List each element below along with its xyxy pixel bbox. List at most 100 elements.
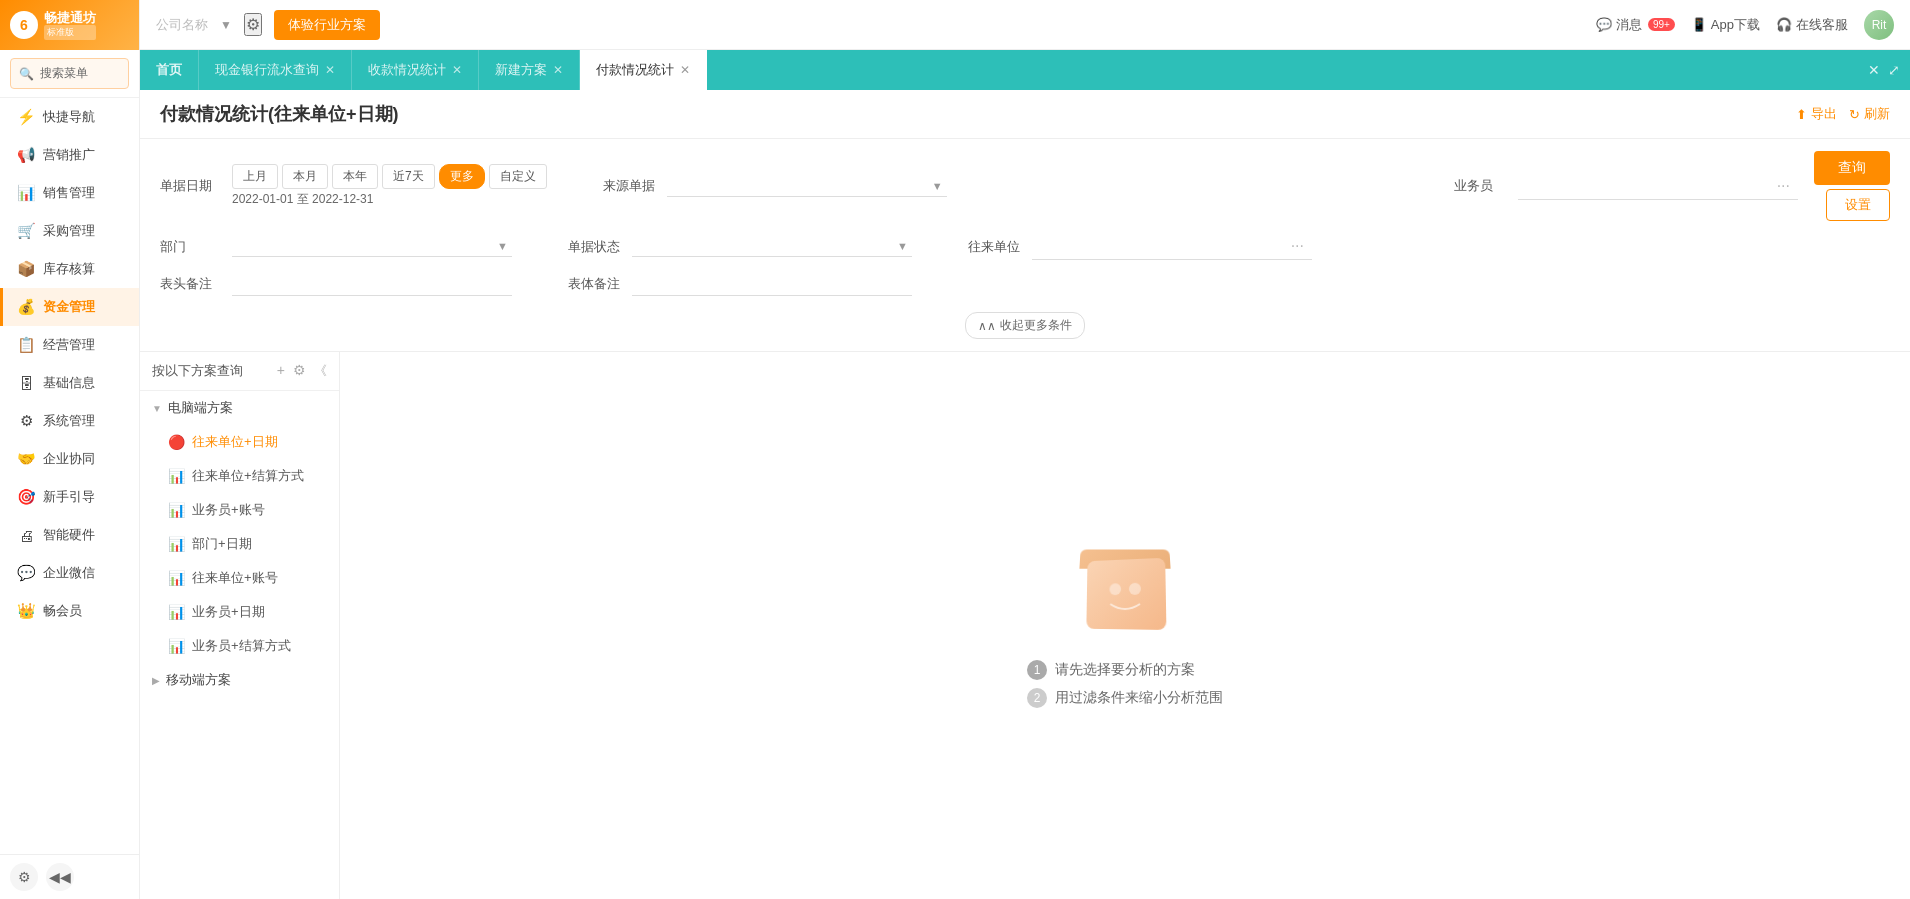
collapse-conditions-button[interactable]: ∧∧ 收起更多条件 [965,312,1085,339]
scheme-item-salesman-date[interactable]: 📊 业务员+日期 [140,595,339,629]
wechat-icon: 💬 [17,564,35,582]
sidebar-item-sales[interactable]: 📊 销售管理 [0,174,139,212]
tab-close-receipt-stats[interactable]: ✕ [452,63,462,77]
date-last-month[interactable]: 上月 [232,164,278,189]
tab-home[interactable]: 首页 [140,50,199,90]
header-remark-input[interactable] [232,272,512,296]
trial-button[interactable]: 体验行业方案 [274,10,380,40]
scheme-group-desktop[interactable]: ▼ 电脑端方案 [140,391,339,425]
messages-button[interactable]: 💬 消息 99+ [1596,16,1675,34]
settings-button-filter[interactable]: 设置 [1826,189,1890,221]
query-button[interactable]: 查询 [1814,151,1890,185]
sidebar-item-operations[interactable]: 📋 经营管理 [0,326,139,364]
salesman-select[interactable]: ··· [1518,173,1798,200]
search-menu-button[interactable]: 🔍 搜索菜单 [10,58,129,89]
partner-select[interactable]: ··· [1032,233,1312,260]
sidebar-item-inventory[interactable]: 📦 库存核算 [0,250,139,288]
content-right: 1 请先选择要分析的方案 2 用过滤条件来缩小分析范围 [340,352,1910,899]
inventory-icon: 📦 [17,260,35,278]
empty-box [1086,557,1166,629]
sidebar-item-quick-nav[interactable]: ⚡ 快捷导航 [0,98,139,136]
tab-bar: 首页 现金银行流水查询 ✕ 收款情况统计 ✕ 新建方案 ✕ 付款情况统计 ✕ ✕… [140,50,1910,90]
export-button[interactable]: ⬆ 导出 [1796,105,1837,123]
svg-point-0 [1109,583,1121,595]
refresh-button[interactable]: ↻ 刷新 [1849,105,1890,123]
scheme-item-partner-settlement[interactable]: 📊 往来单位+结算方式 [140,459,339,493]
sidebar-item-basic-info[interactable]: 🗄 基础信息 [0,364,139,402]
status-select[interactable]: ▼ [632,236,912,257]
search-icon: 🔍 [19,67,34,81]
scheme-item-salesman-account[interactable]: 📊 业务员+账号 [140,493,339,527]
tab-receipt-stats[interactable]: 收款情况统计 ✕ [352,50,479,90]
date-last-7-days[interactable]: 近7天 [382,164,435,189]
salesman-label: 业务员 [1454,177,1510,195]
online-service-button[interactable]: 🎧 在线客服 [1776,16,1848,34]
tab-new-scheme[interactable]: 新建方案 ✕ [479,50,580,90]
tab-close-new-scheme[interactable]: ✕ [553,63,563,77]
dept-chevron-icon: ▼ [497,240,508,252]
body-remark-input[interactable] [632,272,912,296]
sidebar-item-system[interactable]: ⚙ 系统管理 [0,402,139,440]
scheme-item-salesman-settlement[interactable]: 📊 业务员+结算方式 [140,629,339,663]
sidebar-item-hardware[interactable]: 🖨 智能硬件 [0,516,139,554]
logo-icon: 6 [10,11,38,39]
app-download-button[interactable]: 📱 App下载 [1691,16,1760,34]
settings-button[interactable]: ⚙ [10,863,38,891]
close-all-tabs-button[interactable]: ✕ [1868,62,1880,78]
scheme-item-partner-date[interactable]: 🔴 往来单位+日期 [140,425,339,459]
scheme-collapse-button[interactable]: 《 [314,362,327,380]
scheme-item-dept-date[interactable]: 📊 部门+日期 [140,527,339,561]
sidebar-item-guide[interactable]: 🎯 新手引导 [0,478,139,516]
topbar-actions: 💬 消息 99+ 📱 App下载 🎧 在线客服 Rit [1596,10,1894,40]
tab-payment-stats[interactable]: 付款情况统计 ✕ [580,50,707,90]
sales-icon: 📊 [17,184,35,202]
salesman-dots-icon[interactable]: ··· [1773,177,1794,195]
expand-tab-button[interactable]: ⤢ [1888,62,1900,78]
date-custom[interactable]: 自定义 [489,164,547,189]
empty-face-svg [1096,568,1156,619]
scheme-group-arrow-mobile: ▶ [152,675,160,686]
sidebar-item-vip[interactable]: 👑 畅会员 [0,592,139,630]
user-avatar[interactable]: Rit [1864,10,1894,40]
partner-dots-icon[interactable]: ··· [1287,237,1308,255]
scheme-item-icon-3: 📊 [168,536,184,552]
topbar-company-name: 公司名称 [156,16,208,34]
date-this-year[interactable]: 本年 [332,164,378,189]
date-more[interactable]: 更多 [439,164,485,189]
vip-icon: 👑 [17,602,35,620]
date-range-display: 2022-01-01 至 2022-12-31 [232,191,547,208]
date-this-month[interactable]: 本月 [282,164,328,189]
sidebar-footer: ⚙ ◀◀ [0,854,139,899]
scheme-header-icons: + ⚙ 《 [277,362,327,380]
scheme-item-icon-active: 🔴 [168,434,184,450]
source-select[interactable]: ▼ [667,176,947,197]
empty-illustration [1065,544,1185,644]
dept-select[interactable]: ▼ [232,236,512,257]
topbar-company: 公司名称 [156,16,208,34]
sidebar-item-purchase[interactable]: 🛒 采购管理 [0,212,139,250]
purchase-icon: 🛒 [17,222,35,240]
logo-text: 畅捷通坊 标准版 [44,10,96,41]
collapse-sidebar-button[interactable]: ◀◀ [46,863,74,891]
sidebar-nav: ⚡ 快捷导航 📢 营销推广 📊 销售管理 🛒 采购管理 📦 库存核算 💰 资金管… [0,98,139,854]
topbar-gear-button[interactable]: ⚙ [244,13,262,36]
sidebar-item-enterprise[interactable]: 🤝 企业协同 [0,440,139,478]
sidebar-item-funds[interactable]: 💰 资金管理 [0,288,139,326]
sidebar-item-marketing[interactable]: 📢 营销推广 [0,136,139,174]
sidebar-item-wechat[interactable]: 💬 企业微信 [0,554,139,592]
tab-close-payment-stats[interactable]: ✕ [680,63,690,77]
sidebar-header: 6 畅捷通坊 标准版 [0,0,139,50]
collapse-row: ∧∧ 收起更多条件 [160,308,1890,339]
scheme-item-icon-1: 📊 [168,468,184,484]
sidebar-search-area: 🔍 搜索菜单 [0,50,139,98]
tab-close-bank-flow[interactable]: ✕ [325,63,335,77]
scheme-add-button[interactable]: + [277,362,285,380]
quick-nav-icon: ⚡ [17,108,35,126]
tab-bank-flow[interactable]: 现金银行流水查询 ✕ [199,50,352,90]
scheme-item-partner-account[interactable]: 📊 往来单位+账号 [140,561,339,595]
dept-label: 部门 [160,238,216,256]
scheme-group-mobile[interactable]: ▶ 移动端方案 [140,663,339,697]
scheme-settings-button[interactable]: ⚙ [293,362,306,380]
refresh-icon: ↻ [1849,107,1860,122]
topbar-dropdown-icon[interactable]: ▼ [220,18,232,32]
